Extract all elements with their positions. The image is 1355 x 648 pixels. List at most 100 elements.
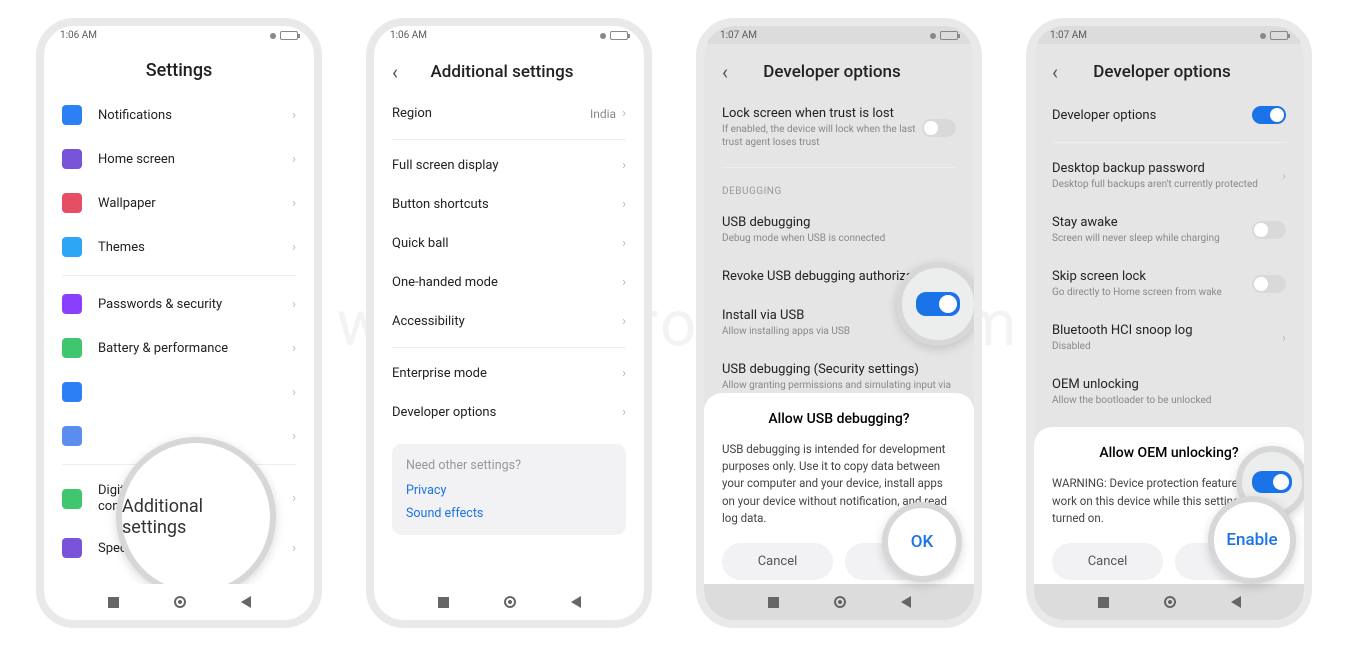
chevron-right-icon: ›: [622, 314, 626, 329]
home-button-icon[interactable]: [834, 596, 846, 608]
clock: 1:07 AM: [1050, 30, 1087, 41]
header: Settings: [44, 44, 314, 93]
back-icon[interactable]: ‹: [722, 60, 728, 84]
navbar: [374, 584, 644, 620]
header: ‹ Developer options: [704, 44, 974, 94]
toggle-lock-trust[interactable]: [922, 119, 956, 137]
usb-debugging-toggle[interactable]: [916, 292, 960, 316]
row-passwords[interactable]: Passwords & security›: [62, 282, 296, 326]
battery-icon: [62, 338, 82, 358]
cancel-button[interactable]: Cancel: [722, 543, 833, 580]
row-lock-trust[interactable]: Lock screen when trust is lostIf enabled…: [722, 94, 956, 161]
phone-settings: 1:06 AM Settings Notifications› Home scr…: [36, 18, 322, 628]
row-backup-password[interactable]: Desktop backup passwordDesktop full back…: [1052, 149, 1286, 203]
ok-label: OK: [911, 532, 933, 552]
toggle-skip-lock[interactable]: [1252, 275, 1286, 293]
status-bar: 1:07 AM: [704, 26, 974, 44]
theme-icon: [62, 237, 82, 257]
row-region[interactable]: RegionIndia›: [392, 94, 626, 133]
region-value: India: [590, 107, 616, 121]
link-privacy[interactable]: Privacy: [406, 483, 612, 498]
status-bar: 1:06 AM: [44, 26, 314, 44]
page-title: Additional settings: [414, 62, 590, 82]
clock: 1:06 AM: [60, 30, 97, 41]
row-usb-debugging[interactable]: USB debuggingDebug mode when USB is conn…: [722, 203, 956, 257]
navbar: [704, 584, 974, 620]
row-dev-options-toggle[interactable]: Developer options: [1052, 94, 1286, 136]
chevron-right-icon: ›: [622, 236, 626, 251]
oem-unlocking-toggle[interactable]: [1252, 471, 1292, 493]
phone-dev-options-usb: 1:07 AM ‹ Developer options Lock screen …: [696, 18, 982, 628]
back-button-icon[interactable]: [241, 596, 251, 608]
status-icon: [930, 33, 936, 39]
row-quick-ball[interactable]: Quick ball›: [392, 224, 626, 263]
battery-icon: [1270, 31, 1288, 40]
chevron-right-icon: ›: [292, 152, 296, 167]
row-accessibility[interactable]: Accessibility›: [392, 302, 626, 341]
row-battery[interactable]: Battery & performance›: [62, 326, 296, 370]
back-icon[interactable]: ‹: [1052, 60, 1058, 84]
chevron-right-icon: ›: [292, 108, 296, 123]
chevron-right-icon: ›: [292, 491, 296, 506]
toggle-stay-awake[interactable]: [1252, 221, 1286, 239]
phone-additional-settings: 1:06 AM ‹ Additional settings RegionIndi…: [366, 18, 652, 628]
section-debugging: DEBUGGING: [722, 174, 956, 203]
chevron-right-icon: ›: [1282, 331, 1286, 346]
wellbeing-icon: [62, 489, 82, 509]
page-title: Developer options: [1074, 62, 1250, 82]
highlight-ok-button[interactable]: OK: [882, 502, 962, 582]
row-full-screen[interactable]: Full screen display›: [392, 146, 626, 185]
row-wallpaper[interactable]: Wallpaper›: [62, 181, 296, 225]
row-bt-snoop[interactable]: Bluetooth HCI snoop logDisabled›: [1052, 311, 1286, 365]
home-button-icon[interactable]: [174, 596, 186, 608]
link-sound-effects[interactable]: Sound effects: [406, 506, 612, 521]
home-icon: [62, 149, 82, 169]
recent-apps-icon[interactable]: [108, 597, 119, 608]
status-icon: [1260, 33, 1266, 39]
row-home-screen[interactable]: Home screen›: [62, 137, 296, 181]
lock-icon: [62, 294, 82, 314]
header: ‹ Additional settings: [374, 44, 644, 94]
cancel-button[interactable]: Cancel: [1052, 543, 1163, 580]
highlight-usb-toggle[interactable]: [896, 262, 974, 346]
chevron-right-icon: ›: [1282, 169, 1286, 184]
row-themes[interactable]: Themes›: [62, 225, 296, 269]
star-icon: [62, 538, 82, 558]
back-button-icon[interactable]: [571, 596, 581, 608]
bell-icon: [62, 105, 82, 125]
toggle-dev-options[interactable]: [1252, 106, 1286, 124]
back-icon[interactable]: ‹: [392, 60, 398, 84]
page-title: Settings: [62, 60, 296, 81]
chevron-right-icon: ›: [292, 240, 296, 255]
row-notifications[interactable]: Notifications›: [62, 93, 296, 137]
recent-apps-icon[interactable]: [768, 597, 779, 608]
recent-apps-icon[interactable]: [438, 597, 449, 608]
navbar: [44, 584, 314, 620]
battery-icon: [940, 31, 958, 40]
highlight-additional-settings[interactable]: Additional settings: [116, 437, 276, 584]
row-skip-lock[interactable]: Skip screen lockGo directly to Home scre…: [1052, 257, 1286, 311]
home-button-icon[interactable]: [504, 596, 516, 608]
battery-icon: [610, 31, 628, 40]
status-bar: 1:07 AM: [1034, 26, 1304, 44]
enable-label: Enable: [1226, 530, 1277, 550]
status-icon: [270, 33, 276, 39]
highlight-label: Additional settings: [122, 496, 270, 538]
recent-apps-icon[interactable]: [1098, 597, 1109, 608]
row-one-handed[interactable]: One-handed mode›: [392, 263, 626, 302]
back-button-icon[interactable]: [1231, 596, 1241, 608]
modal-title: Allow USB debugging?: [722, 411, 956, 427]
row-oem-unlocking[interactable]: OEM unlockingAllow the bootloader to be …: [1052, 365, 1286, 419]
chevron-right-icon: ›: [292, 297, 296, 312]
row-enterprise-mode[interactable]: Enterprise mode›: [392, 354, 626, 393]
row-stay-awake[interactable]: Stay awakeScreen will never sleep while …: [1052, 203, 1286, 257]
chevron-right-icon: ›: [292, 385, 296, 400]
row-button-shortcuts[interactable]: Button shortcuts›: [392, 185, 626, 224]
row-hidden-1[interactable]: ›: [62, 370, 296, 414]
status-bar: 1:06 AM: [374, 26, 644, 44]
back-button-icon[interactable]: [901, 596, 911, 608]
highlight-enable-button[interactable]: Enable: [1208, 496, 1296, 584]
home-button-icon[interactable]: [1164, 596, 1176, 608]
chevron-right-icon: ›: [622, 197, 626, 212]
row-developer-options[interactable]: Developer options›: [392, 393, 626, 432]
